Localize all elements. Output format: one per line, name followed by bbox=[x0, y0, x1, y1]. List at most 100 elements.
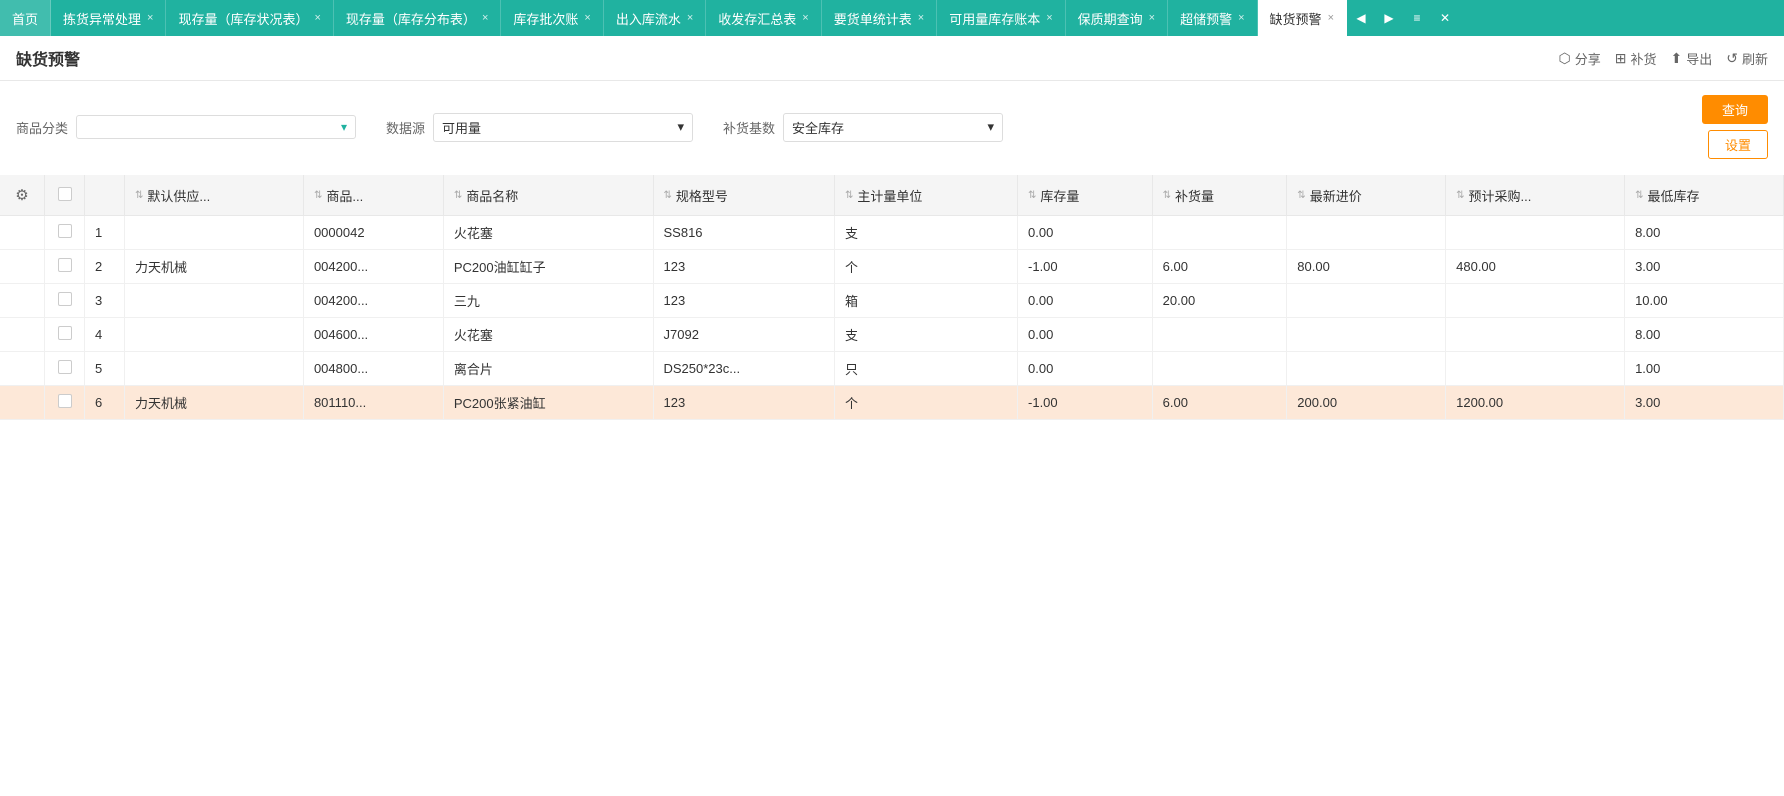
replenish-icon: ⊞ bbox=[1615, 50, 1627, 67]
category-select[interactable]: ▾ bbox=[76, 115, 356, 139]
tab-inout-flow[interactable]: 出入库流水 × bbox=[604, 0, 706, 36]
th-min-stock[interactable]: ⇅ 最低库存 bbox=[1625, 175, 1784, 216]
export-button[interactable]: ⬆ 导出 bbox=[1671, 49, 1713, 68]
tab-receive-summary[interactable]: 收发存汇总表 × bbox=[706, 0, 821, 36]
th-goods-code[interactable]: ⇅ 商品... bbox=[303, 175, 443, 216]
select-all-checkbox[interactable] bbox=[58, 187, 72, 201]
refresh-button[interactable]: ↺ 刷新 bbox=[1726, 49, 1768, 68]
row-spec: 123 bbox=[653, 386, 835, 420]
row-replenish: 20.00 bbox=[1152, 284, 1287, 318]
row-gear-cell bbox=[0, 386, 45, 420]
row-goods-code: 004800... bbox=[303, 352, 443, 386]
close-icon[interactable]: × bbox=[802, 12, 808, 24]
datasource-value: 可用量 bbox=[442, 118, 481, 137]
th-supplier[interactable]: ⇅ 默认供应... bbox=[125, 175, 304, 216]
datasource-filter-group: 数据源 可用量 ▾ bbox=[386, 113, 693, 142]
th-gear: ⚙ bbox=[0, 175, 45, 216]
th-replenish[interactable]: ⇅ 补货量 bbox=[1152, 175, 1287, 216]
close-icon[interactable]: × bbox=[1328, 12, 1334, 24]
row-gear-cell bbox=[0, 352, 45, 386]
filter-bar: 商品分类 ▾ 数据源 可用量 ▾ 补货基数 安全库存 ▾ 查询 设置 bbox=[0, 81, 1784, 159]
buji-label: 补货基数 bbox=[723, 118, 775, 137]
tab-available-ledger[interactable]: 可用量库存账本 × bbox=[937, 0, 1065, 36]
row-spec: SS816 bbox=[653, 216, 835, 250]
row-replenish: 6.00 bbox=[1152, 250, 1287, 284]
row-latest-price: 80.00 bbox=[1287, 250, 1446, 284]
row-estimated: 480.00 bbox=[1446, 250, 1625, 284]
tab-home[interactable]: 首页 bbox=[0, 0, 51, 36]
replenish-button[interactable]: ⊞ 补货 bbox=[1615, 49, 1657, 68]
tab-inventory-dist[interactable]: 现存量（库存分布表） × bbox=[334, 0, 501, 36]
tab-close-all-button[interactable]: ✕ bbox=[1431, 0, 1459, 36]
close-icon[interactable]: × bbox=[687, 12, 693, 24]
close-icon[interactable]: × bbox=[1046, 12, 1052, 24]
close-icon[interactable]: × bbox=[1238, 12, 1244, 24]
category-filter-group: 商品分类 ▾ bbox=[16, 115, 356, 139]
tab-batch-account[interactable]: 库存批次账 × bbox=[501, 0, 603, 36]
tab-next-button[interactable]: ▶ bbox=[1375, 0, 1403, 36]
sort-icon: ⇅ bbox=[135, 190, 143, 201]
share-button[interactable]: ⬡ 分享 bbox=[1559, 49, 1601, 68]
row-supplier: 力天机械 bbox=[125, 250, 304, 284]
close-icon[interactable]: × bbox=[918, 12, 924, 24]
row-min-stock: 10.00 bbox=[1625, 284, 1784, 318]
table-row: 6 力天机械 801110... PC200张紧油缸 123 个 -1.00 6… bbox=[0, 386, 1784, 420]
tab-overstock[interactable]: 超储预警 × bbox=[1168, 0, 1257, 36]
row-checkbox-cell bbox=[45, 216, 85, 250]
row-checkbox[interactable] bbox=[58, 394, 72, 408]
query-button[interactable]: 查询 bbox=[1702, 95, 1768, 124]
category-arrow-icon: ▾ bbox=[341, 120, 347, 134]
row-gear-cell bbox=[0, 216, 45, 250]
sort-icon: ⇅ bbox=[1163, 190, 1171, 201]
tab-shortage[interactable]: 缺货预警 × bbox=[1258, 0, 1347, 36]
buji-select[interactable]: 安全库存 ▾ bbox=[783, 113, 1003, 142]
tab-menu-button[interactable]: ≡ bbox=[1403, 0, 1431, 36]
row-unit: 个 bbox=[835, 250, 1018, 284]
row-checkbox[interactable] bbox=[58, 224, 72, 238]
tab-inventory-status[interactable]: 现存量（库存状况表） × bbox=[166, 0, 333, 36]
th-latest-price[interactable]: ⇅ 最新进价 bbox=[1287, 175, 1446, 216]
close-icon[interactable]: × bbox=[584, 12, 590, 24]
table-row: 1 0000042 火花塞 SS816 支 0.00 8.00 bbox=[0, 216, 1784, 250]
close-icon[interactable]: × bbox=[147, 12, 153, 24]
row-checkbox-cell bbox=[45, 284, 85, 318]
tab-order-stat[interactable]: 要货单统计表 × bbox=[822, 0, 937, 36]
sort-icon: ⇅ bbox=[454, 190, 462, 201]
datasource-select[interactable]: 可用量 ▾ bbox=[433, 113, 693, 142]
sort-icon: ⇅ bbox=[845, 190, 853, 201]
header-actions: ⬡ 分享 ⊞ 补货 ⬆ 导出 ↺ 刷新 bbox=[1559, 49, 1769, 68]
close-icon[interactable]: × bbox=[314, 12, 320, 24]
row-stock: 0.00 bbox=[1018, 284, 1153, 318]
buji-value: 安全库存 bbox=[792, 118, 844, 137]
th-goods-name[interactable]: ⇅ 商品名称 bbox=[443, 175, 653, 216]
buji-arrow-icon: ▾ bbox=[988, 119, 995, 135]
tab-abnormal[interactable]: 拣货异常处理 × bbox=[51, 0, 166, 36]
row-checkbox-cell bbox=[45, 318, 85, 352]
tab-expiry-query[interactable]: 保质期查询 × bbox=[1066, 0, 1168, 36]
close-icon[interactable]: × bbox=[1149, 12, 1155, 24]
tab-bar: 首页 拣货异常处理 × 现存量（库存状况表） × 现存量（库存分布表） × 库存… bbox=[0, 0, 1784, 36]
row-supplier bbox=[125, 318, 304, 352]
gear-settings-button[interactable]: ⚙ bbox=[10, 183, 34, 207]
row-supplier bbox=[125, 216, 304, 250]
table-row: 5 004800... 离合片 DS250*23c... 只 0.00 1.00 bbox=[0, 352, 1784, 386]
th-spec[interactable]: ⇅ 规格型号 bbox=[653, 175, 835, 216]
row-gear-cell bbox=[0, 284, 45, 318]
row-min-stock: 8.00 bbox=[1625, 318, 1784, 352]
setting-button[interactable]: 设置 bbox=[1708, 130, 1768, 159]
page-header: 缺货预警 ⬡ 分享 ⊞ 补货 ⬆ 导出 ↺ 刷新 bbox=[0, 36, 1784, 81]
row-checkbox[interactable] bbox=[58, 360, 72, 374]
row-goods-code: 801110... bbox=[303, 386, 443, 420]
sort-icon: ⇅ bbox=[664, 190, 672, 201]
th-estimated[interactable]: ⇅ 预计采购... bbox=[1446, 175, 1625, 216]
row-checkbox[interactable] bbox=[58, 292, 72, 306]
table-body: 1 0000042 火花塞 SS816 支 0.00 8.00 2 力天机械 0… bbox=[0, 216, 1784, 420]
row-checkbox[interactable] bbox=[58, 326, 72, 340]
row-goods-code: 004600... bbox=[303, 318, 443, 352]
close-icon[interactable]: × bbox=[482, 12, 488, 24]
sort-icon: ⇅ bbox=[1635, 190, 1643, 201]
th-stock[interactable]: ⇅ 库存量 bbox=[1018, 175, 1153, 216]
th-unit[interactable]: ⇅ 主计量单位 bbox=[835, 175, 1018, 216]
row-checkbox[interactable] bbox=[58, 258, 72, 272]
tab-prev-button[interactable]: ◀ bbox=[1347, 0, 1375, 36]
